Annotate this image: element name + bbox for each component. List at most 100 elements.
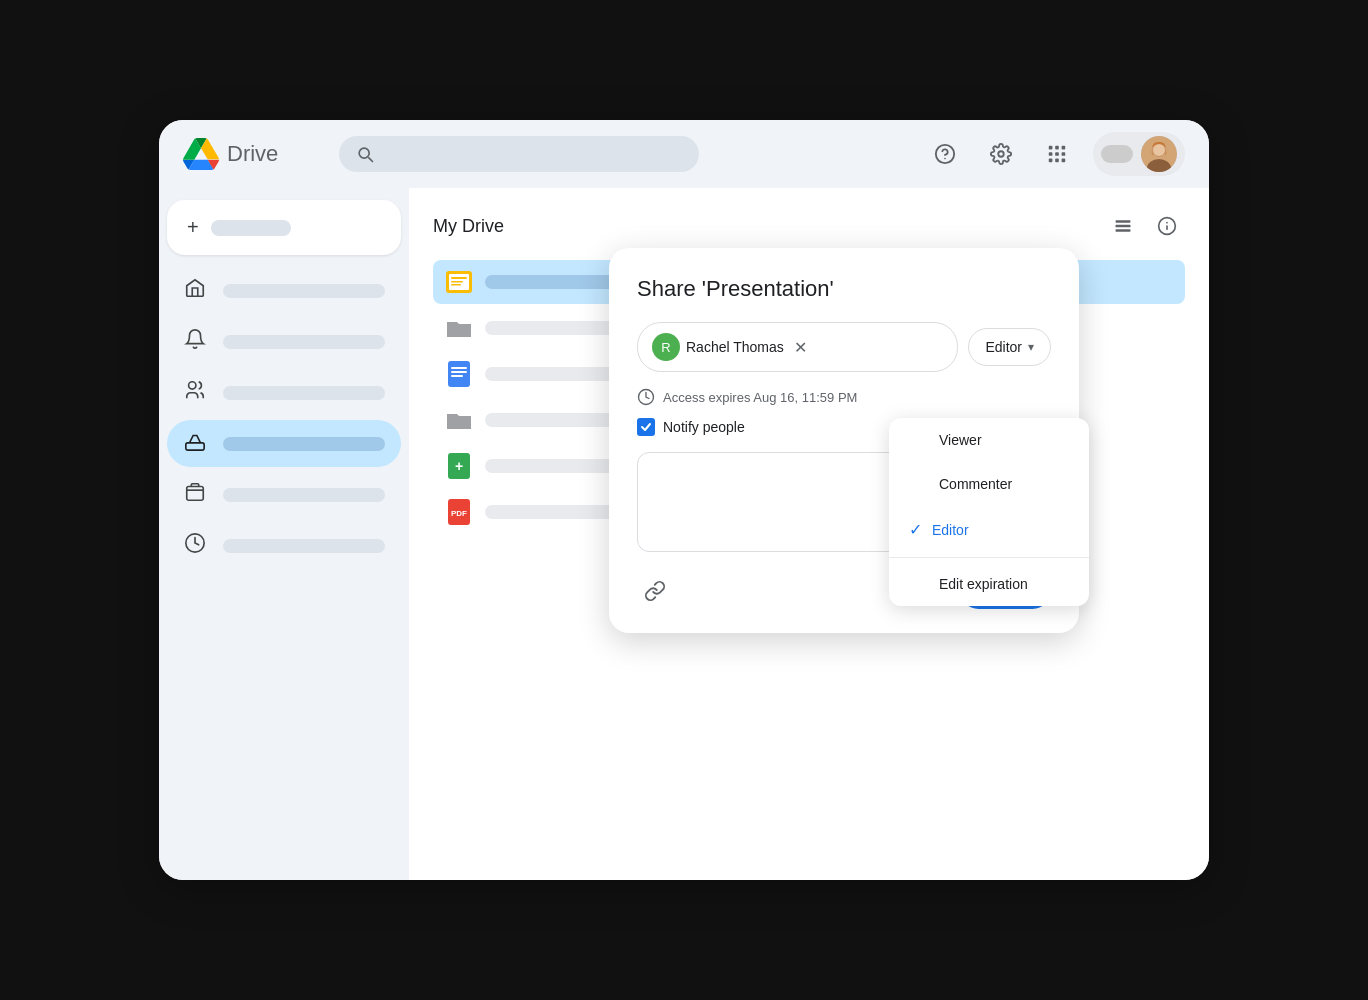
main-header: My Drive [433, 208, 1185, 244]
svg-point-1 [945, 158, 946, 159]
svg-point-2 [998, 151, 1004, 157]
sidebar-item-my-drive[interactable] [167, 420, 401, 467]
clock-icon [637, 388, 655, 406]
svg-rect-18 [187, 487, 204, 501]
svg-rect-34 [451, 375, 463, 377]
docs-icon [445, 360, 473, 388]
svg-rect-9 [1049, 159, 1053, 163]
role-option-commenter-label: Commenter [939, 476, 1012, 492]
svg-rect-33 [451, 371, 467, 373]
svg-rect-7 [1055, 152, 1059, 156]
sidebar-item-shared-drives[interactable] [167, 471, 401, 518]
page-title: My Drive [433, 216, 504, 237]
role-option-editor-label: Editor [932, 522, 969, 538]
new-button-label [211, 220, 291, 236]
help-button[interactable] [925, 134, 965, 174]
sidebar-item-notifications[interactable] [167, 318, 401, 365]
folder-icon [445, 406, 473, 434]
role-option-edit-expiration[interactable]: Edit expiration [889, 562, 1089, 606]
sidebar-item-recent[interactable] [167, 522, 401, 569]
person-chip: R Rachel Thomas ✕ [652, 333, 807, 361]
svg-rect-5 [1062, 146, 1066, 150]
list-view-icon [1113, 216, 1133, 236]
svg-rect-21 [1116, 225, 1131, 228]
sidebar-my-drive-label [223, 437, 385, 451]
share-dialog: Share 'Presentation' R Rachel Thomas ✕ [609, 248, 1079, 633]
role-option-editor[interactable]: ✓ Editor [889, 506, 1089, 553]
account-avatar-area[interactable] [1093, 132, 1185, 176]
search-input[interactable] [383, 144, 683, 164]
forms-icon: + [445, 452, 473, 480]
share-dialog-title: Share 'Presentation' [637, 276, 1051, 302]
svg-point-16 [189, 382, 196, 389]
app-window: Drive [159, 120, 1209, 880]
svg-rect-30 [451, 284, 461, 286]
svg-text:PDF: PDF [451, 509, 467, 518]
home-icon [183, 277, 207, 304]
logo-area: Drive [183, 136, 323, 172]
copy-link-button[interactable] [637, 573, 673, 609]
new-button[interactable]: + [167, 200, 401, 255]
sidebar-item-people[interactable] [167, 369, 401, 416]
sidebar-item-home[interactable] [167, 267, 401, 314]
role-label: Editor [985, 339, 1022, 355]
main-header-icons [1105, 208, 1185, 244]
sidebar-recent-label [223, 539, 385, 553]
info-button[interactable] [1149, 208, 1185, 244]
drive-logo-icon [183, 136, 219, 172]
role-option-edit-expiration-label: Edit expiration [939, 576, 1028, 592]
new-plus-icon: + [187, 216, 199, 239]
role-option-viewer[interactable]: Viewer [889, 418, 1089, 462]
app-title: Drive [227, 141, 278, 167]
sidebar: + [159, 188, 409, 880]
shared-drives-icon [183, 481, 207, 508]
access-info: Access expires Aug 16, 11:59 PM [637, 388, 1051, 406]
slides-icon [445, 268, 473, 296]
person-name: Rachel Thomas [686, 339, 784, 355]
clock-icon [183, 532, 207, 559]
svg-rect-8 [1062, 152, 1066, 156]
svg-rect-22 [1116, 229, 1131, 232]
sidebar-notifications-label [223, 335, 385, 349]
svg-rect-31 [448, 361, 470, 387]
apps-button[interactable] [1037, 134, 1077, 174]
role-dropdown-menu: Viewer Commenter ✓ Editor [889, 418, 1089, 606]
search-bar[interactable] [339, 136, 699, 172]
drive-icon [183, 430, 207, 457]
svg-rect-11 [1062, 159, 1066, 163]
screen-wrapper: Drive [0, 0, 1368, 1000]
sidebar-people-label [223, 386, 385, 400]
person-initial: R [661, 340, 670, 355]
help-icon [934, 143, 956, 165]
chip-close-button[interactable]: ✕ [794, 338, 807, 357]
editor-check-icon: ✓ [909, 520, 922, 539]
chevron-down-icon: ▾ [1028, 340, 1034, 354]
svg-rect-4 [1055, 146, 1059, 150]
list-view-button[interactable] [1105, 208, 1141, 244]
person-avatar: R [652, 333, 680, 361]
header-right [925, 132, 1185, 176]
people-input[interactable]: R Rachel Thomas ✕ [637, 322, 958, 372]
svg-rect-28 [451, 277, 467, 279]
bell-icon [183, 328, 207, 355]
divider [889, 557, 1089, 558]
avatar [1141, 136, 1177, 172]
body-area: + [159, 188, 1209, 880]
sidebar-shared-drives-label [223, 488, 385, 502]
svg-rect-20 [1116, 220, 1131, 223]
settings-button[interactable] [981, 134, 1021, 174]
role-selector[interactable]: Editor ▾ [968, 328, 1051, 366]
notify-checkbox[interactable] [637, 418, 655, 436]
people-icon [183, 379, 207, 406]
svg-rect-10 [1055, 159, 1059, 163]
role-option-commenter[interactable]: Commenter [889, 462, 1089, 506]
svg-rect-6 [1049, 152, 1053, 156]
svg-rect-17 [186, 443, 204, 450]
svg-point-15 [1153, 144, 1165, 156]
gear-icon [990, 143, 1012, 165]
svg-rect-32 [451, 367, 467, 369]
folder-icon [445, 314, 473, 342]
notify-people-label: Notify people [663, 419, 745, 435]
search-icon [355, 144, 375, 164]
access-expires-text: Access expires Aug 16, 11:59 PM [663, 390, 857, 405]
